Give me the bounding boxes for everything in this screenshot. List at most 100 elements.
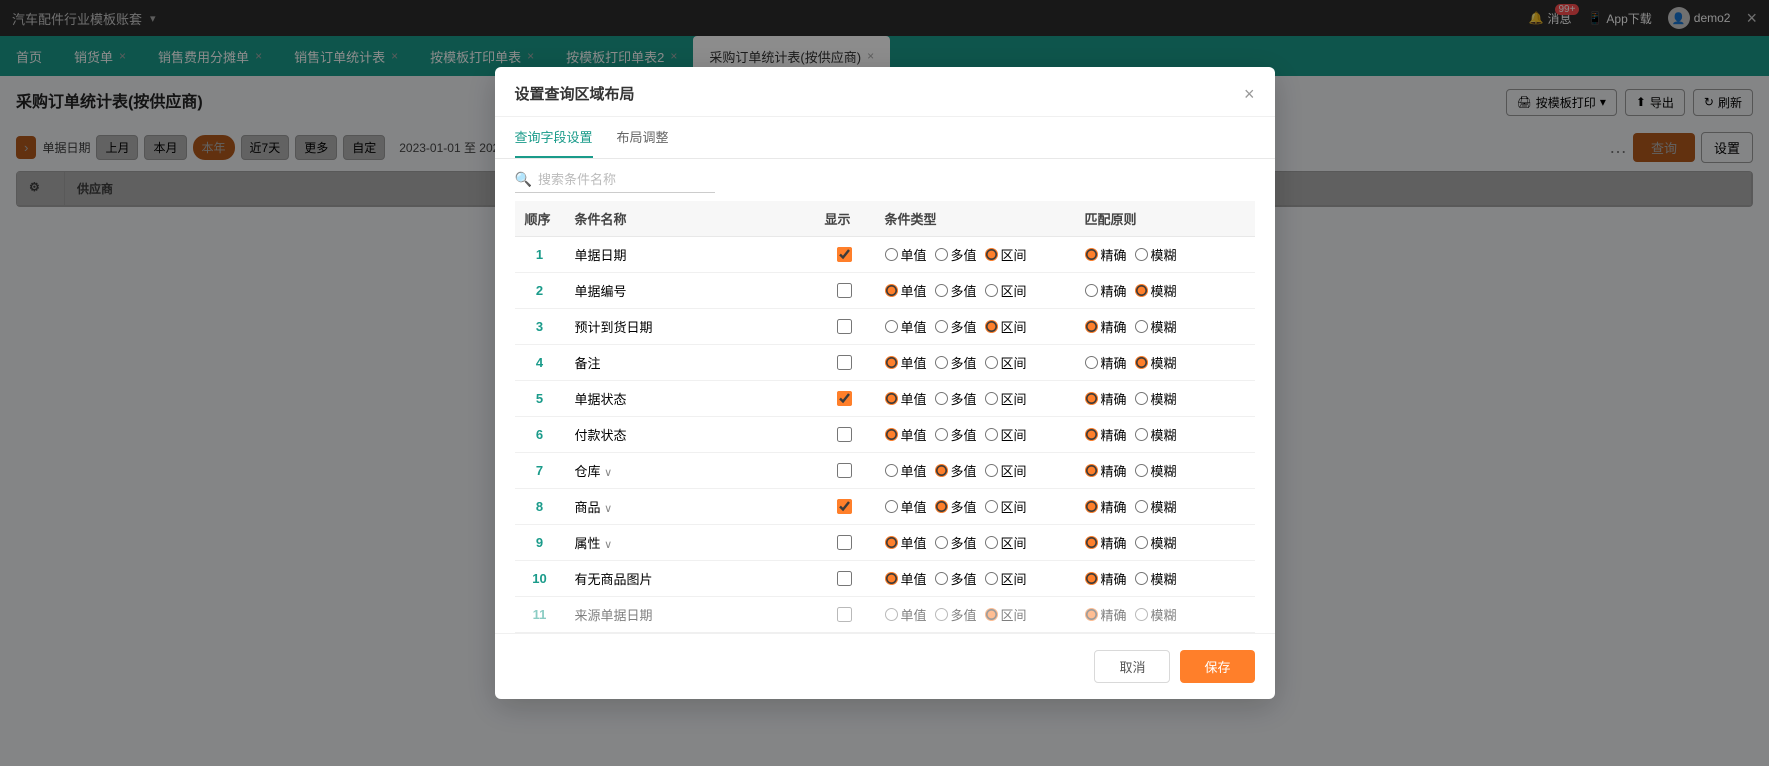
radio-match-exact-label[interactable]: 精确 [1085, 605, 1127, 624]
search-input[interactable] [538, 172, 698, 187]
radio-match-exact[interactable] [1085, 356, 1098, 369]
radio-match-exact[interactable] [1085, 608, 1098, 621]
radio-type-single[interactable] [885, 356, 898, 369]
radio-type-range-label[interactable]: 区间 [985, 281, 1027, 300]
radio-type-single-label[interactable]: 单值 [885, 533, 927, 552]
radio-type-single[interactable] [885, 248, 898, 261]
radio-type-single[interactable] [885, 572, 898, 585]
radio-match-exact-label[interactable]: 精确 [1085, 353, 1127, 372]
radio-type-range-label[interactable]: 区间 [985, 461, 1027, 480]
modal-close-btn[interactable]: × [1244, 85, 1255, 103]
radio-type-single[interactable] [885, 392, 898, 405]
radio-type-range[interactable] [985, 500, 998, 513]
radio-match-fuzzy-label[interactable]: 模糊 [1135, 317, 1177, 336]
radio-match-fuzzy-label[interactable]: 模糊 [1135, 569, 1177, 588]
radio-match-fuzzy-label[interactable]: 模糊 [1135, 389, 1177, 408]
radio-match-fuzzy[interactable] [1135, 464, 1148, 477]
radio-type-range[interactable] [985, 248, 998, 261]
radio-type-single[interactable] [885, 536, 898, 549]
radio-match-exact-label[interactable]: 精确 [1085, 461, 1127, 480]
radio-match-fuzzy-label[interactable]: 模糊 [1135, 605, 1177, 624]
radio-type-single[interactable] [885, 428, 898, 441]
show-checkbox[interactable] [837, 499, 852, 514]
radio-type-range-label[interactable]: 区间 [985, 569, 1027, 588]
modal-tab-query-fields[interactable]: 查询字段设置 [515, 117, 593, 158]
radio-match-fuzzy[interactable] [1135, 608, 1148, 621]
radio-match-exact[interactable] [1085, 248, 1098, 261]
radio-match-fuzzy[interactable] [1135, 284, 1148, 297]
expand-icon[interactable]: ∨ [604, 467, 612, 479]
radio-type-single[interactable] [885, 464, 898, 477]
radio-match-fuzzy[interactable] [1135, 428, 1148, 441]
show-checkbox[interactable] [837, 283, 852, 298]
radio-type-multi-label[interactable]: 多值 [935, 461, 977, 480]
radio-match-exact[interactable] [1085, 392, 1098, 405]
radio-type-single[interactable] [885, 500, 898, 513]
expand-icon[interactable]: ∨ [604, 503, 612, 515]
radio-type-range-label[interactable]: 区间 [985, 245, 1027, 264]
radio-type-range-label[interactable]: 区间 [985, 425, 1027, 444]
radio-type-multi-label[interactable]: 多值 [935, 497, 977, 516]
radio-type-multi[interactable] [935, 572, 948, 585]
radio-type-multi[interactable] [935, 284, 948, 297]
radio-type-multi-label[interactable]: 多值 [935, 569, 977, 588]
radio-match-fuzzy-label[interactable]: 模糊 [1135, 245, 1177, 264]
radio-match-fuzzy-label[interactable]: 模糊 [1135, 353, 1177, 372]
radio-type-range-label[interactable]: 区间 [985, 605, 1027, 624]
radio-type-multi-label[interactable]: 多值 [935, 533, 977, 552]
radio-type-multi[interactable] [935, 500, 948, 513]
radio-type-single-label[interactable]: 单值 [885, 569, 927, 588]
radio-match-fuzzy[interactable] [1135, 536, 1148, 549]
radio-match-fuzzy-label[interactable]: 模糊 [1135, 425, 1177, 444]
radio-type-single-label[interactable]: 单值 [885, 317, 927, 336]
show-checkbox[interactable] [837, 427, 852, 442]
radio-type-single[interactable] [885, 284, 898, 297]
expand-icon[interactable]: ∨ [604, 539, 612, 551]
radio-match-fuzzy[interactable] [1135, 392, 1148, 405]
show-checkbox[interactable] [837, 247, 852, 262]
radio-match-exact[interactable] [1085, 428, 1098, 441]
radio-type-single-label[interactable]: 单值 [885, 281, 927, 300]
show-checkbox[interactable] [837, 319, 852, 334]
radio-match-fuzzy[interactable] [1135, 356, 1148, 369]
show-checkbox[interactable] [837, 463, 852, 478]
radio-type-single-label[interactable]: 单值 [885, 353, 927, 372]
radio-type-multi-label[interactable]: 多值 [935, 317, 977, 336]
radio-match-fuzzy[interactable] [1135, 572, 1148, 585]
radio-type-range[interactable] [985, 428, 998, 441]
radio-type-multi-label[interactable]: 多值 [935, 245, 977, 264]
radio-type-range[interactable] [985, 536, 998, 549]
radio-type-single[interactable] [885, 320, 898, 333]
show-checkbox[interactable] [837, 571, 852, 586]
radio-type-multi-label[interactable]: 多值 [935, 605, 977, 624]
radio-type-range-label[interactable]: 区间 [985, 353, 1027, 372]
radio-type-range[interactable] [985, 608, 998, 621]
radio-match-exact[interactable] [1085, 320, 1098, 333]
radio-match-exact-label[interactable]: 精确 [1085, 497, 1127, 516]
radio-match-fuzzy-label[interactable]: 模糊 [1135, 497, 1177, 516]
radio-match-exact-label[interactable]: 精确 [1085, 569, 1127, 588]
radio-type-single-label[interactable]: 单值 [885, 497, 927, 516]
radio-match-fuzzy[interactable] [1135, 320, 1148, 333]
radio-match-exact[interactable] [1085, 572, 1098, 585]
radio-type-range-label[interactable]: 区间 [985, 533, 1027, 552]
radio-type-range[interactable] [985, 284, 998, 297]
radio-match-exact-label[interactable]: 精确 [1085, 317, 1127, 336]
radio-match-exact[interactable] [1085, 284, 1098, 297]
radio-type-single-label[interactable]: 单值 [885, 425, 927, 444]
radio-type-single-label[interactable]: 单值 [885, 461, 927, 480]
radio-match-fuzzy-label[interactable]: 模糊 [1135, 281, 1177, 300]
radio-type-range[interactable] [985, 320, 998, 333]
radio-type-single-label[interactable]: 单值 [885, 245, 927, 264]
radio-type-multi[interactable] [935, 428, 948, 441]
radio-type-multi[interactable] [935, 356, 948, 369]
radio-type-range[interactable] [985, 392, 998, 405]
radio-type-multi-label[interactable]: 多值 [935, 425, 977, 444]
radio-type-multi-label[interactable]: 多值 [935, 353, 977, 372]
radio-type-multi-label[interactable]: 多值 [935, 389, 977, 408]
radio-type-range[interactable] [985, 464, 998, 477]
radio-type-multi[interactable] [935, 608, 948, 621]
radio-match-fuzzy-label[interactable]: 模糊 [1135, 461, 1177, 480]
radio-type-single[interactable] [885, 608, 898, 621]
radio-type-single-label[interactable]: 单值 [885, 389, 927, 408]
